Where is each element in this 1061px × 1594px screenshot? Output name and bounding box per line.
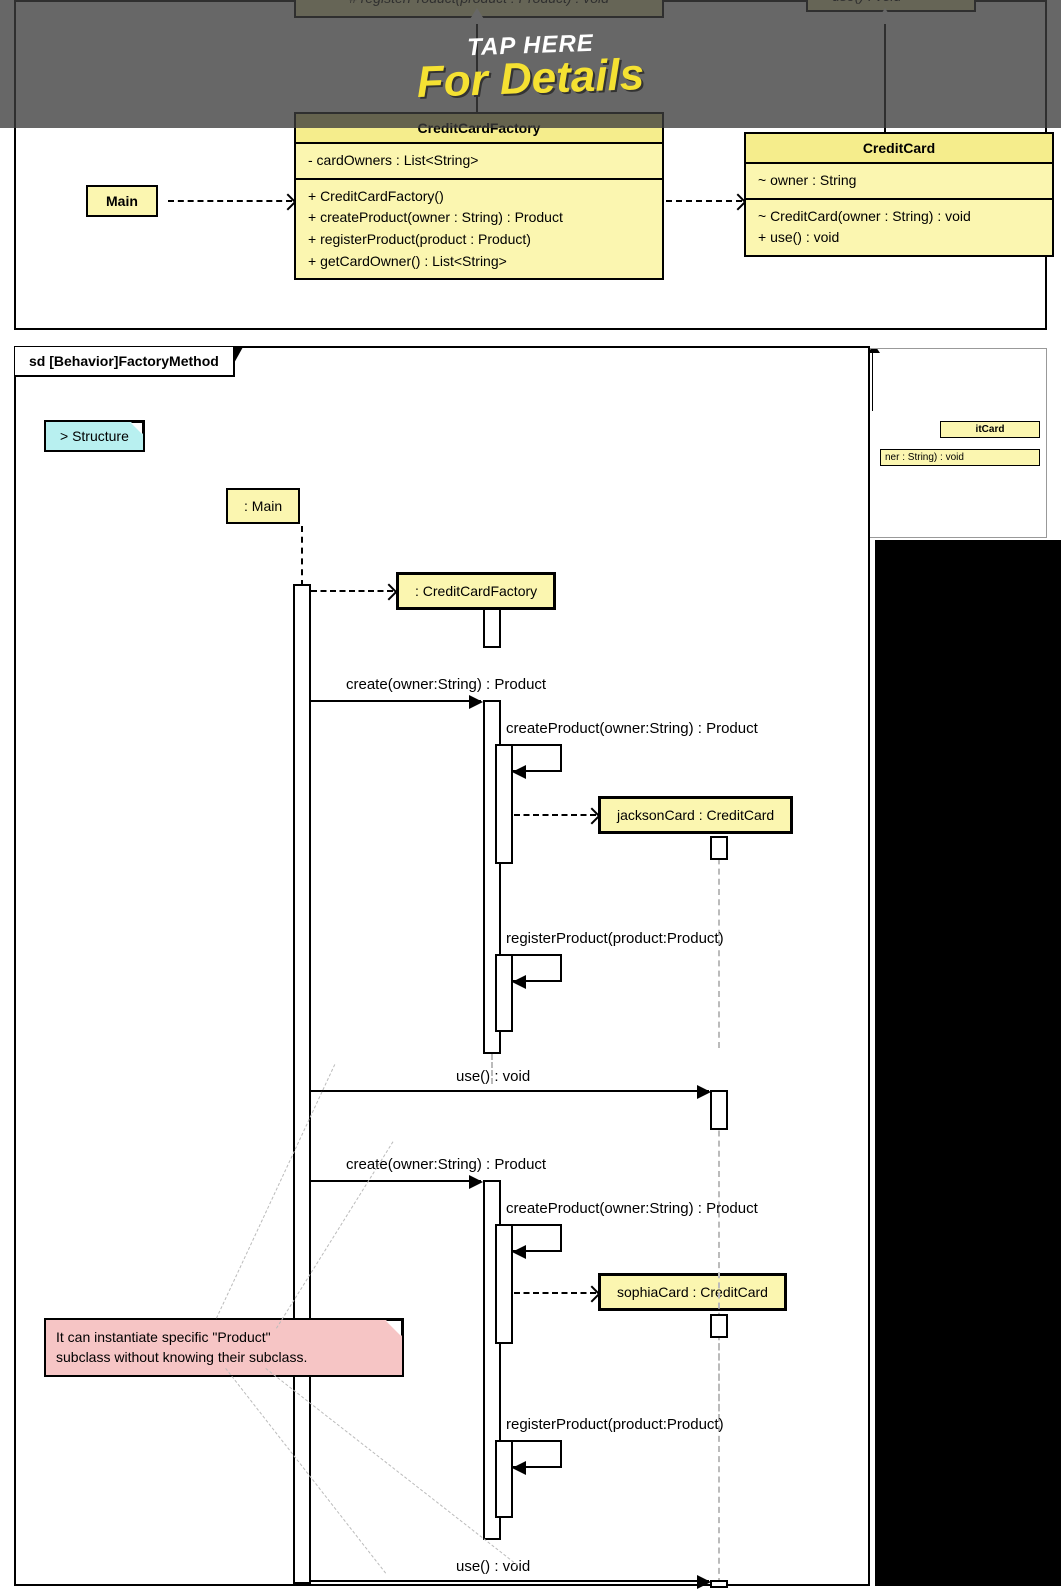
ccfactory-op3: + registerProduct(product : Product) — [308, 229, 650, 251]
label-register-2: registerProduct(product:Product) — [506, 1416, 724, 1433]
dependency-factory-to-card — [666, 200, 742, 202]
creditcard-name: CreditCard — [746, 134, 1052, 164]
thumbnail-overview: itCard ner : String) : void — [861, 348, 1047, 538]
activation-main — [293, 584, 311, 1584]
lifeline-sophia: sophiaCard : CreditCard — [598, 1273, 787, 1311]
thumb-card: itCard — [940, 421, 1040, 438]
lifeline-jackson: jacksonCard : CreditCard — [598, 796, 793, 834]
creditcardfactory-class: CreditCardFactory - cardOwners : List<St… — [294, 112, 664, 280]
ccfactory-attr: - cardOwners : List<String> — [296, 144, 662, 180]
label-use-2: use() : void — [456, 1558, 530, 1575]
structure-ref[interactable]: > Structure — [44, 420, 145, 452]
ccfactory-op4: + getCardOwner() : List<String> — [308, 251, 650, 273]
activation-createproduct-2 — [495, 1224, 513, 1344]
creditcard-op2: + use() : void — [758, 227, 1040, 249]
msg-create-jackson — [514, 814, 596, 816]
creditcard-class: CreditCard ~ owner : String ~ CreditCard… — [744, 132, 1054, 257]
label-createproduct-2: createProduct(owner:String) : Product — [506, 1200, 758, 1217]
activation-register-2 — [495, 1440, 513, 1518]
ccfactory-op1: + CreditCardFactory() — [308, 186, 650, 208]
label-createproduct-1: createProduct(owner:String) : Product — [506, 720, 758, 737]
activation-register-1 — [495, 954, 513, 1032]
note-line-2: subclass without knowing their subclass. — [56, 1348, 392, 1368]
dependency-main-to-factory — [168, 200, 292, 202]
label-register-1: registerProduct(product:Product) — [506, 930, 724, 947]
label-create-2: create(owner:String) : Product — [346, 1156, 546, 1173]
creditcard-attr: ~ owner : String — [746, 164, 1052, 200]
activation-use-1 — [710, 1090, 728, 1130]
note-line-1: It can instantiate specific "Product" — [56, 1328, 392, 1348]
main-class: Main — [86, 185, 158, 217]
msg-create-sophia — [514, 1292, 596, 1294]
class-diagram-frame: # registerProduct(product : Product) : v… — [14, 0, 1047, 330]
activation-use-2 — [710, 1580, 728, 1588]
ccfactory-op2: + createProduct(owner : String) : Produc… — [308, 207, 650, 229]
thumb-op: ner : String) : void — [880, 449, 1040, 466]
sd-frame-label: sd [Behavior]FactoryMethod — [15, 347, 235, 377]
ccfactory-name: CreditCardFactory — [296, 114, 662, 144]
label-create-1: create(owner:String) : Product — [346, 676, 546, 693]
black-sidebar — [875, 540, 1061, 1586]
msg-create-factory — [311, 590, 393, 592]
creditcard-op1: ~ CreditCard(owner : String) : void — [758, 206, 1040, 228]
activation-createproduct-1 — [495, 744, 513, 864]
activation-factory-ctor — [483, 608, 501, 648]
lifeline-main: : Main — [226, 488, 300, 524]
label-use-1: use() : void — [456, 1068, 530, 1085]
lifeline-factory: : CreditCardFactory — [396, 572, 556, 610]
sequence-diagram-frame: sd [Behavior]FactoryMethod > Structure :… — [14, 346, 870, 1586]
